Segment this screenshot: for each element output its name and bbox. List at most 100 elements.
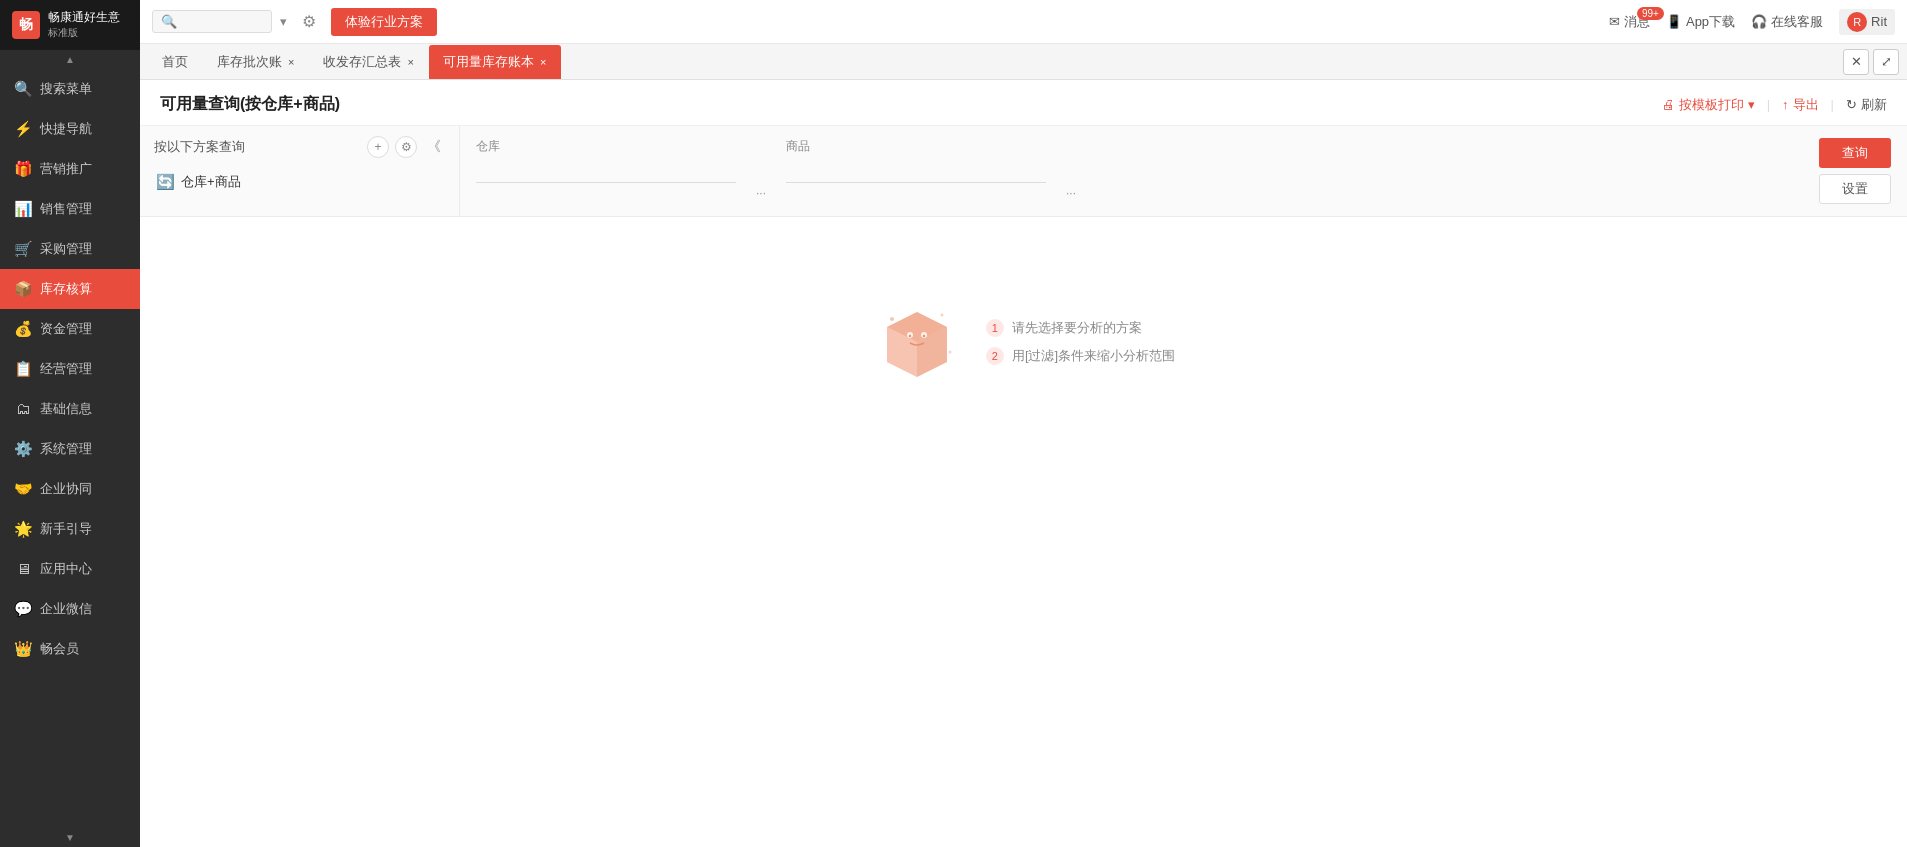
sidebar-item-marketing[interactable]: 🎁 营销推广 [0,149,140,189]
search-icon: 🔍 [161,14,177,29]
operations-icon: 📋 [14,360,32,378]
guide-icon: 🌟 [14,520,32,538]
purchase-icon: 🛒 [14,240,32,258]
refresh-label: 刷新 [1861,96,1887,114]
page-header-actions: 🖨 按模板打印 ▾ | ↑ 导出 | ↻ 刷新 [1662,96,1887,114]
tab-batch-label: 库存批次账 [217,53,282,71]
svg-point-6 [948,351,951,354]
app-download-label: App下载 [1686,13,1735,31]
sidebar-item-shortcut[interactable]: ⚡ 快捷导航 [0,109,140,149]
scheme-warehouse-goods[interactable]: 🔄 仓库+商品 [140,166,459,198]
dropdown-arrow-icon[interactable]: ▾ [280,14,287,29]
sidebar-scroll-up[interactable]: ▲ [0,50,140,69]
sidebar-scroll: 🔍 搜索菜单 ⚡ 快捷导航 🎁 营销推广 📊 销售管理 🛒 采购管理 📦 库存核… [0,69,140,828]
add-scheme-btn[interactable]: + [367,136,389,158]
sidebar-item-inventory[interactable]: 📦 库存核算 [0,269,140,309]
gear-icon[interactable]: ⚙ [295,8,323,36]
sidebar: 畅 畅康通好生意 标准版 ▲ 🔍 搜索菜单 ⚡ 快捷导航 🎁 营销推广 📊 销售… [0,0,140,847]
sales-icon: 📊 [14,200,32,218]
topbar-search-box[interactable]: 🔍 [152,10,272,33]
separator2: | [1831,97,1834,112]
main-area: 🔍 ▾ ⚙ 体验行业方案 ✉ 消息 99+ 📱 App下载 🎧 在线客服 R R… [140,0,1907,847]
empty-box-illustration [872,297,962,387]
sidebar-item-label: 企业协同 [40,480,92,498]
online-service-btn[interactable]: 🎧 在线客服 [1751,13,1823,31]
scheme-settings-btn[interactable]: ⚙ [395,136,417,158]
svg-point-4 [890,317,894,321]
sidebar-item-label: 畅会员 [40,640,79,658]
sidebar-item-wechat[interactable]: 💬 企业微信 [0,589,140,629]
export-btn[interactable]: ↑ 导出 [1782,96,1819,114]
basic-icon: 🗂 [14,400,32,417]
inventory-icon: 📦 [14,280,32,298]
query-section-title: 按以下方案查询 [154,138,245,156]
industry-btn[interactable]: 体验行业方案 [331,8,437,36]
goods-input[interactable] [786,159,1046,183]
sidebar-scroll-down[interactable]: ▼ [0,828,140,847]
brand-info: 畅康通好生意 标准版 [48,10,120,40]
sidebar-item-purchase[interactable]: 🛒 采购管理 [0,229,140,269]
sidebar-item-guide[interactable]: 🌟 新手引导 [0,509,140,549]
sidebar-item-enterprise[interactable]: 🤝 企业协同 [0,469,140,509]
sidebar-item-label: 应用中心 [40,560,92,578]
svg-point-9 [909,335,911,337]
sidebar-header: 畅 畅康通好生意 标准版 [0,0,140,50]
tab-home[interactable]: 首页 [148,45,203,79]
hint-text-2: 用[过滤]条件来缩小分析范围 [1012,347,1175,365]
search-input[interactable] [181,15,261,29]
tab-close-btn[interactable]: ✕ [1843,49,1869,75]
sidebar-item-appstore[interactable]: 🖥 应用中心 [0,549,140,589]
sidebar-item-basic[interactable]: 🗂 基础信息 [0,389,140,429]
print-btn[interactable]: 🖨 按模板打印 ▾ [1662,96,1755,114]
query-left: 按以下方案查询 + ⚙ 《 🔄 仓库+ [140,126,460,216]
sidebar-item-finance[interactable]: 💰 资金管理 [0,309,140,349]
collapse-icon: 《 [427,138,441,156]
export-label: 导出 [1793,96,1819,114]
tab-batch[interactable]: 库存批次账 × [203,45,309,79]
sidebar-item-operations[interactable]: 📋 经营管理 [0,349,140,389]
print-dropdown-icon[interactable]: ▾ [1748,97,1755,112]
goods-label: 商品 [786,138,1046,155]
sidebar-item-search[interactable]: 🔍 搜索菜单 [0,69,140,109]
query-left-header: 按以下方案查询 + ⚙ 《 [140,136,459,166]
brand-name: 畅康通好生意 [48,10,120,26]
query-btn[interactable]: 查询 [1819,138,1891,168]
empty-hint-2: 2 用[过滤]条件来缩小分析范围 [986,347,1175,365]
sidebar-item-label: 基础信息 [40,400,92,418]
tab-summary[interactable]: 收发存汇总表 × [309,45,428,79]
tab-summary-close[interactable]: × [407,56,413,68]
export-icon: ↑ [1782,97,1789,112]
query-icons: + ⚙ 《 [367,136,445,158]
query-right: 仓库 ··· 商品 ··· 查询 设置 [460,126,1907,216]
tab-home-label: 首页 [162,53,188,71]
message-btn[interactable]: ✉ 消息 99+ [1609,13,1650,31]
separator1: | [1767,97,1770,112]
warehouse-input[interactable] [476,159,736,183]
user-name: Rit [1871,14,1887,29]
sidebar-item-sales[interactable]: 📊 销售管理 [0,189,140,229]
page-title: 可用量查询(按仓库+商品) [160,94,340,115]
sidebar-item-label: 销售管理 [40,200,92,218]
shortcut-icon: ⚡ [14,120,32,138]
sidebar-item-label: 库存核算 [40,280,92,298]
user-menu[interactable]: R Rit [1839,9,1895,35]
tab-available-close[interactable]: × [540,56,546,68]
tab-available[interactable]: 可用量库存账本 × [429,45,561,79]
warehouse-more-btn[interactable]: ··· [756,186,766,204]
settings-btn[interactable]: 设置 [1819,174,1891,204]
finance-icon: 💰 [14,320,32,338]
collapse-btn[interactable]: 《 [423,136,445,158]
tab-actions: ✕ ⤢ [1843,49,1899,75]
brand-tag: 标准版 [48,26,120,40]
sidebar-item-system[interactable]: ⚙️ 系统管理 [0,429,140,469]
tab-expand-btn[interactable]: ⤢ [1873,49,1899,75]
goods-more-btn[interactable]: ··· [1066,186,1076,204]
app-download-btn[interactable]: 📱 App下载 [1666,13,1735,31]
tab-batch-close[interactable]: × [288,56,294,68]
goods-field: 商品 [786,138,1046,183]
sidebar-item-member[interactable]: 👑 畅会员 [0,629,140,669]
message-icon: ✉ [1609,14,1620,29]
refresh-btn[interactable]: ↻ 刷新 [1846,96,1887,114]
sidebar-item-label: 快捷导航 [40,120,92,138]
service-label: 在线客服 [1771,13,1823,31]
